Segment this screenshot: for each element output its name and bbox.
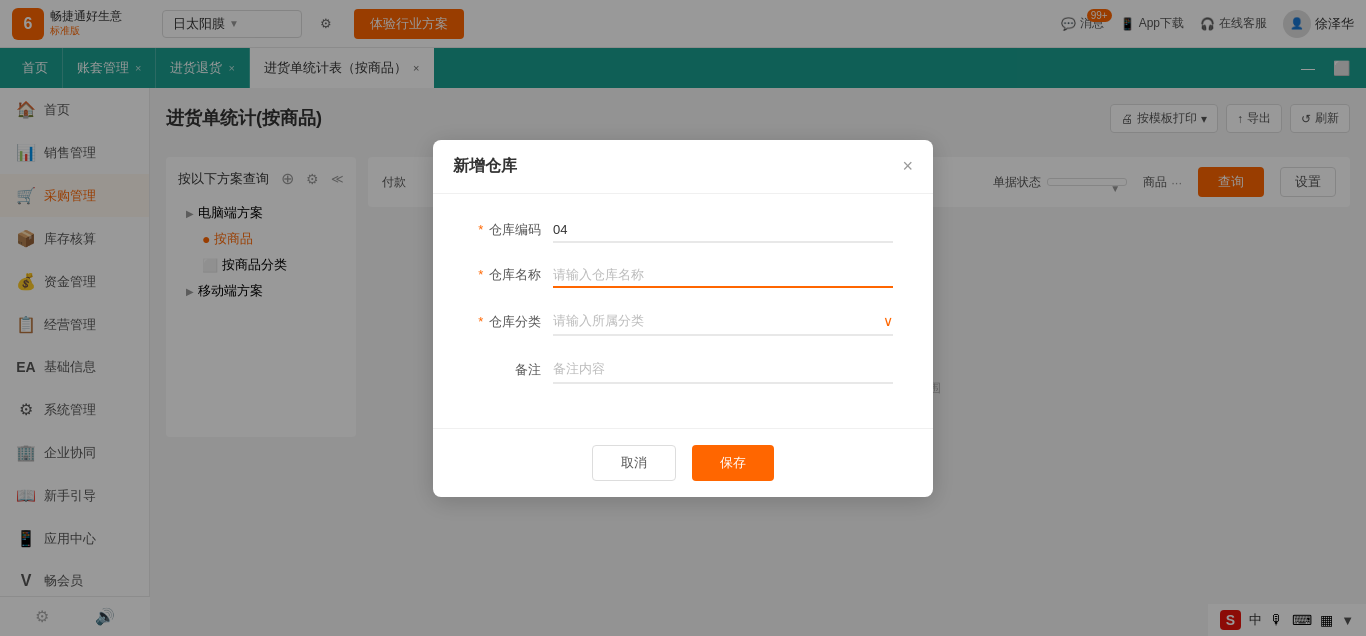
dialog-close-btn[interactable]: × (902, 156, 913, 177)
new-warehouse-dialog: 新增仓库 × * 仓库编码 * 仓库名称 (433, 140, 933, 497)
save-button[interactable]: 保存 (692, 445, 774, 481)
required-star-cat: * (478, 314, 483, 329)
category-select[interactable]: 请输入所属分类 ∨ (553, 308, 893, 336)
dialog-body: * 仓库编码 * 仓库名称 * 仓库分类 请输入所属 (433, 194, 933, 428)
category-placeholder: 请输入所属分类 (553, 312, 883, 330)
form-row-code: * 仓库编码 (473, 218, 893, 243)
form-row-category: * 仓库分类 请输入所属分类 ∨ (473, 308, 893, 336)
required-star-name: * (478, 267, 483, 282)
form-row-name: * 仓库名称 (473, 263, 893, 288)
cancel-button[interactable]: 取消 (592, 445, 676, 481)
name-label: * 仓库名称 (473, 266, 553, 284)
category-dropdown-arrow: ∨ (883, 313, 893, 329)
name-input[interactable] (553, 263, 893, 288)
dialog-footer: 取消 保存 (433, 428, 933, 497)
code-input[interactable] (553, 218, 893, 243)
remark-input[interactable] (553, 356, 893, 384)
category-label: * 仓库分类 (473, 313, 553, 331)
remark-label: 备注 (473, 361, 553, 379)
required-star-code: * (478, 222, 483, 237)
form-row-remark: 备注 (473, 356, 893, 384)
code-label: * 仓库编码 (473, 221, 553, 239)
modal-overlay[interactable]: 新增仓库 × * 仓库编码 * 仓库名称 (0, 0, 1366, 636)
dialog-title: 新增仓库 (453, 156, 517, 177)
dialog-header: 新增仓库 × (433, 140, 933, 194)
